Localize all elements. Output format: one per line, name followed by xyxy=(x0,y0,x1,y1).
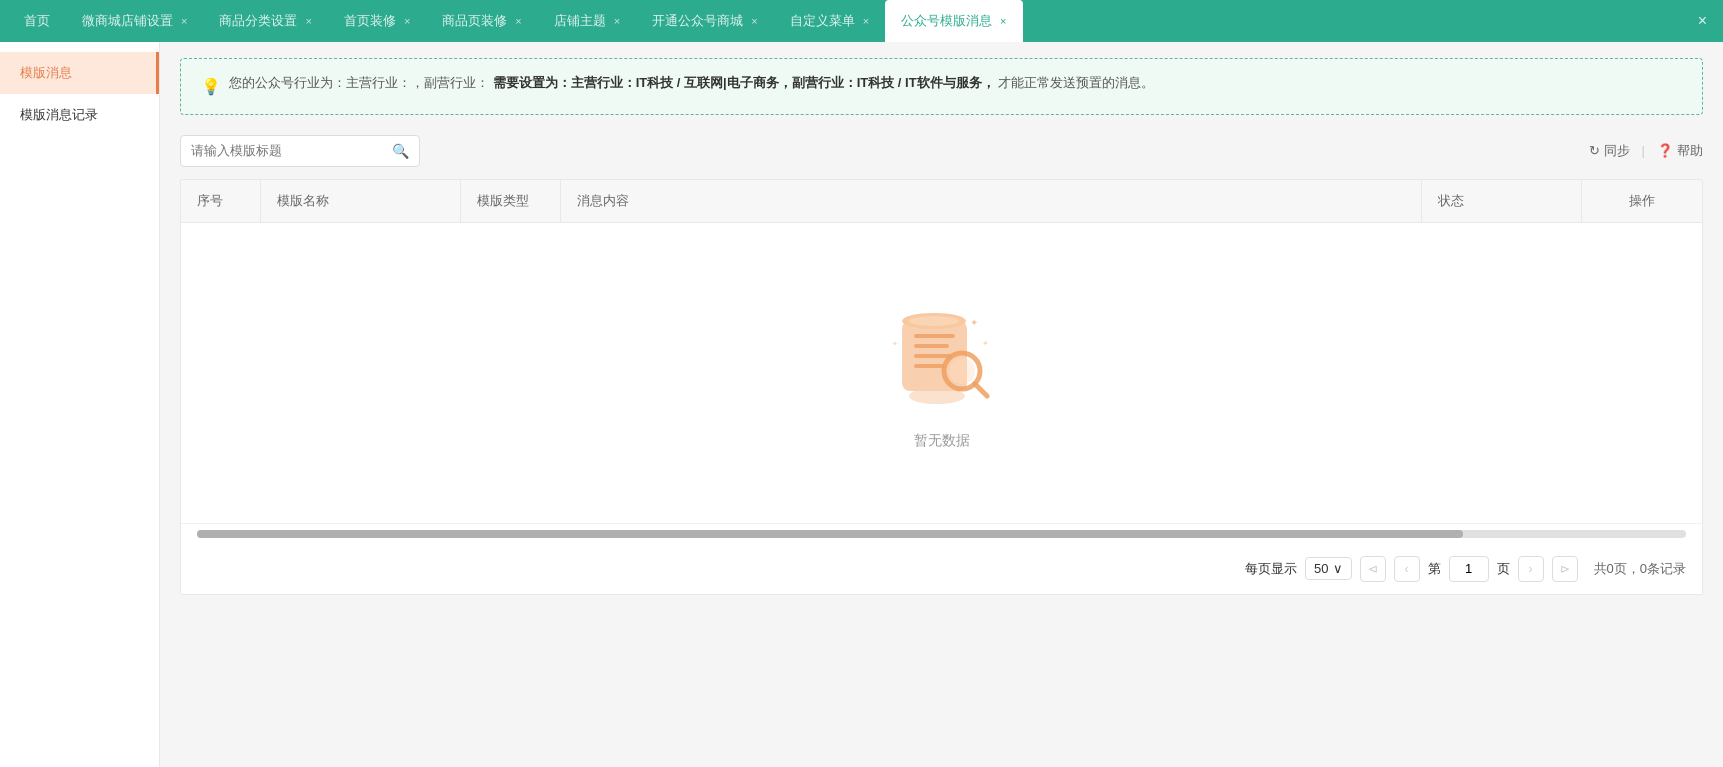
th-content: 消息内容 xyxy=(561,180,1422,222)
empty-text: 暂无数据 xyxy=(914,432,970,450)
prev-page-button[interactable]: ‹ xyxy=(1394,556,1420,582)
svg-line-10 xyxy=(975,384,987,396)
tab-open-wechat-store-close[interactable]: × xyxy=(751,15,757,27)
tab-store-theme[interactable]: 店铺主题 × xyxy=(538,0,636,42)
page-size-label: 每页显示 xyxy=(1245,560,1297,578)
tab-weishop-label: 微商城店铺设置 xyxy=(82,12,173,30)
notice-icon: 💡 xyxy=(201,74,221,100)
chevron-down-icon: ∨ xyxy=(1333,561,1343,576)
search-input-wrap[interactable]: 🔍 xyxy=(180,135,420,167)
data-table: 序号 模版名称 模版类型 消息内容 状态 操作 xyxy=(180,179,1703,595)
empty-state: ✦ ✦ ✦ 暂无数据 xyxy=(181,223,1702,523)
tab-product-decor[interactable]: 商品页装修 × xyxy=(426,0,537,42)
content-area: 💡 您的公众号行业为：主营行业：，副营行业： 需要设置为：主营行业：IT科技 /… xyxy=(160,42,1723,767)
svg-point-9 xyxy=(949,358,975,384)
tab-home-label: 首页 xyxy=(24,12,50,30)
scroll-bar-row xyxy=(181,523,1702,544)
page-unit: 页 xyxy=(1497,560,1510,578)
tab-template-message[interactable]: 公众号模版消息 × xyxy=(885,0,1022,42)
scrollbar-thumb xyxy=(197,530,1463,538)
svg-rect-4 xyxy=(914,354,952,358)
search-icon[interactable]: 🔍 xyxy=(392,143,409,159)
empty-illustration: ✦ ✦ ✦ xyxy=(882,296,1002,416)
svg-rect-3 xyxy=(914,344,949,348)
main-layout: 模版消息 模版消息记录 💡 您的公众号行业为：主营行业：，副营行业： 需要设置为… xyxy=(0,42,1723,767)
tab-home-decor-close[interactable]: × xyxy=(404,15,410,27)
pagination-row: 每页显示 50 ∨ ⊲ ‹ 第 页 › ⊳ 共0页，0条记录 xyxy=(181,544,1702,594)
tab-product-category-close[interactable]: × xyxy=(305,15,311,27)
tab-bar: 首页 微商城店铺设置 × 商品分类设置 × 首页装修 × 商品页装修 × 店铺主… xyxy=(0,0,1723,42)
th-seq: 序号 xyxy=(181,180,261,222)
notice-prefix: 您的公众号行业为：主营行业：，副营行业： xyxy=(229,75,489,90)
tab-home[interactable]: 首页 xyxy=(8,0,66,42)
tab-home-decor[interactable]: 首页装修 × xyxy=(328,0,426,42)
search-bar: 🔍 ↻ 同步 | ❓ 帮助 xyxy=(180,135,1703,167)
search-actions: ↻ 同步 | ❓ 帮助 xyxy=(1589,142,1703,160)
tab-open-wechat-store-label: 开通公众号商城 xyxy=(652,12,743,30)
th-name: 模版名称 xyxy=(261,180,461,222)
tab-product-decor-close[interactable]: × xyxy=(515,15,521,27)
fake-scrollbar[interactable] xyxy=(197,530,1686,538)
help-button[interactable]: ❓ 帮助 xyxy=(1657,142,1703,160)
page-label: 第 xyxy=(1428,560,1441,578)
divider: | xyxy=(1642,143,1645,158)
sync-button[interactable]: ↻ 同步 xyxy=(1589,142,1630,160)
tab-weishop-close[interactable]: × xyxy=(181,15,187,27)
table-header: 序号 模版名称 模版类型 消息内容 状态 操作 xyxy=(181,180,1702,223)
tab-open-wechat-store[interactable]: 开通公众号商城 × xyxy=(636,0,773,42)
first-page-button[interactable]: ⊲ xyxy=(1360,556,1386,582)
tab-store-theme-close[interactable]: × xyxy=(614,15,620,27)
svg-point-7 xyxy=(909,316,959,326)
svg-rect-5 xyxy=(914,364,944,368)
tab-product-decor-label: 商品页装修 xyxy=(442,12,507,30)
notice-text: 您的公众号行业为：主营行业：，副营行业： 需要设置为：主营行业：IT科技 / 互… xyxy=(229,73,1154,94)
svg-rect-2 xyxy=(914,334,955,338)
help-label: 帮助 xyxy=(1677,142,1703,160)
help-icon: ❓ xyxy=(1657,143,1673,158)
th-status: 状态 xyxy=(1422,180,1582,222)
notice-suffix: 才能正常发送预置的消息。 xyxy=(998,75,1154,90)
search-input[interactable] xyxy=(191,143,392,158)
page-size-value: 50 xyxy=(1314,561,1328,576)
svg-text:✦: ✦ xyxy=(892,340,898,347)
sync-label: 同步 xyxy=(1604,142,1630,160)
notice-banner: 💡 您的公众号行业为：主营行业：，副营行业： 需要设置为：主营行业：IT科技 /… xyxy=(180,58,1703,115)
tab-product-category[interactable]: 商品分类设置 × xyxy=(203,0,327,42)
sidebar: 模版消息 模版消息记录 xyxy=(0,42,160,767)
th-action: 操作 xyxy=(1582,180,1702,222)
tab-custom-menu-label: 自定义菜单 xyxy=(790,12,855,30)
page-total: 共0页，0条记录 xyxy=(1594,560,1686,578)
th-type: 模版类型 xyxy=(461,180,561,222)
notice-highlight: 需要设置为：主营行业：IT科技 / 互联网|电子商务，副营行业：IT科技 / I… xyxy=(493,75,995,90)
sidebar-item-template-message-label: 模版消息 xyxy=(20,65,72,80)
sidebar-item-template-message[interactable]: 模版消息 xyxy=(0,52,159,94)
page-number-input[interactable] xyxy=(1449,556,1489,582)
sync-icon: ↻ xyxy=(1589,143,1600,158)
sidebar-item-template-message-log[interactable]: 模版消息记录 xyxy=(0,94,159,136)
tab-template-message-close[interactable]: × xyxy=(1000,15,1006,27)
tab-custom-menu-close[interactable]: × xyxy=(863,15,869,27)
tab-store-theme-label: 店铺主题 xyxy=(554,12,606,30)
next-page-button[interactable]: › xyxy=(1518,556,1544,582)
tab-home-decor-label: 首页装修 xyxy=(344,12,396,30)
tab-custom-menu[interactable]: 自定义菜单 × xyxy=(774,0,885,42)
tab-template-message-label: 公众号模版消息 xyxy=(901,12,992,30)
svg-text:✦: ✦ xyxy=(982,339,989,348)
last-page-button[interactable]: ⊳ xyxy=(1552,556,1578,582)
svg-text:✦: ✦ xyxy=(970,317,978,328)
tab-weishop-settings[interactable]: 微商城店铺设置 × xyxy=(66,0,203,42)
tab-product-category-label: 商品分类设置 xyxy=(219,12,297,30)
close-all-button[interactable]: × xyxy=(1690,12,1715,30)
page-size-select[interactable]: 50 ∨ xyxy=(1305,557,1351,580)
sidebar-item-template-message-log-label: 模版消息记录 xyxy=(20,107,98,122)
